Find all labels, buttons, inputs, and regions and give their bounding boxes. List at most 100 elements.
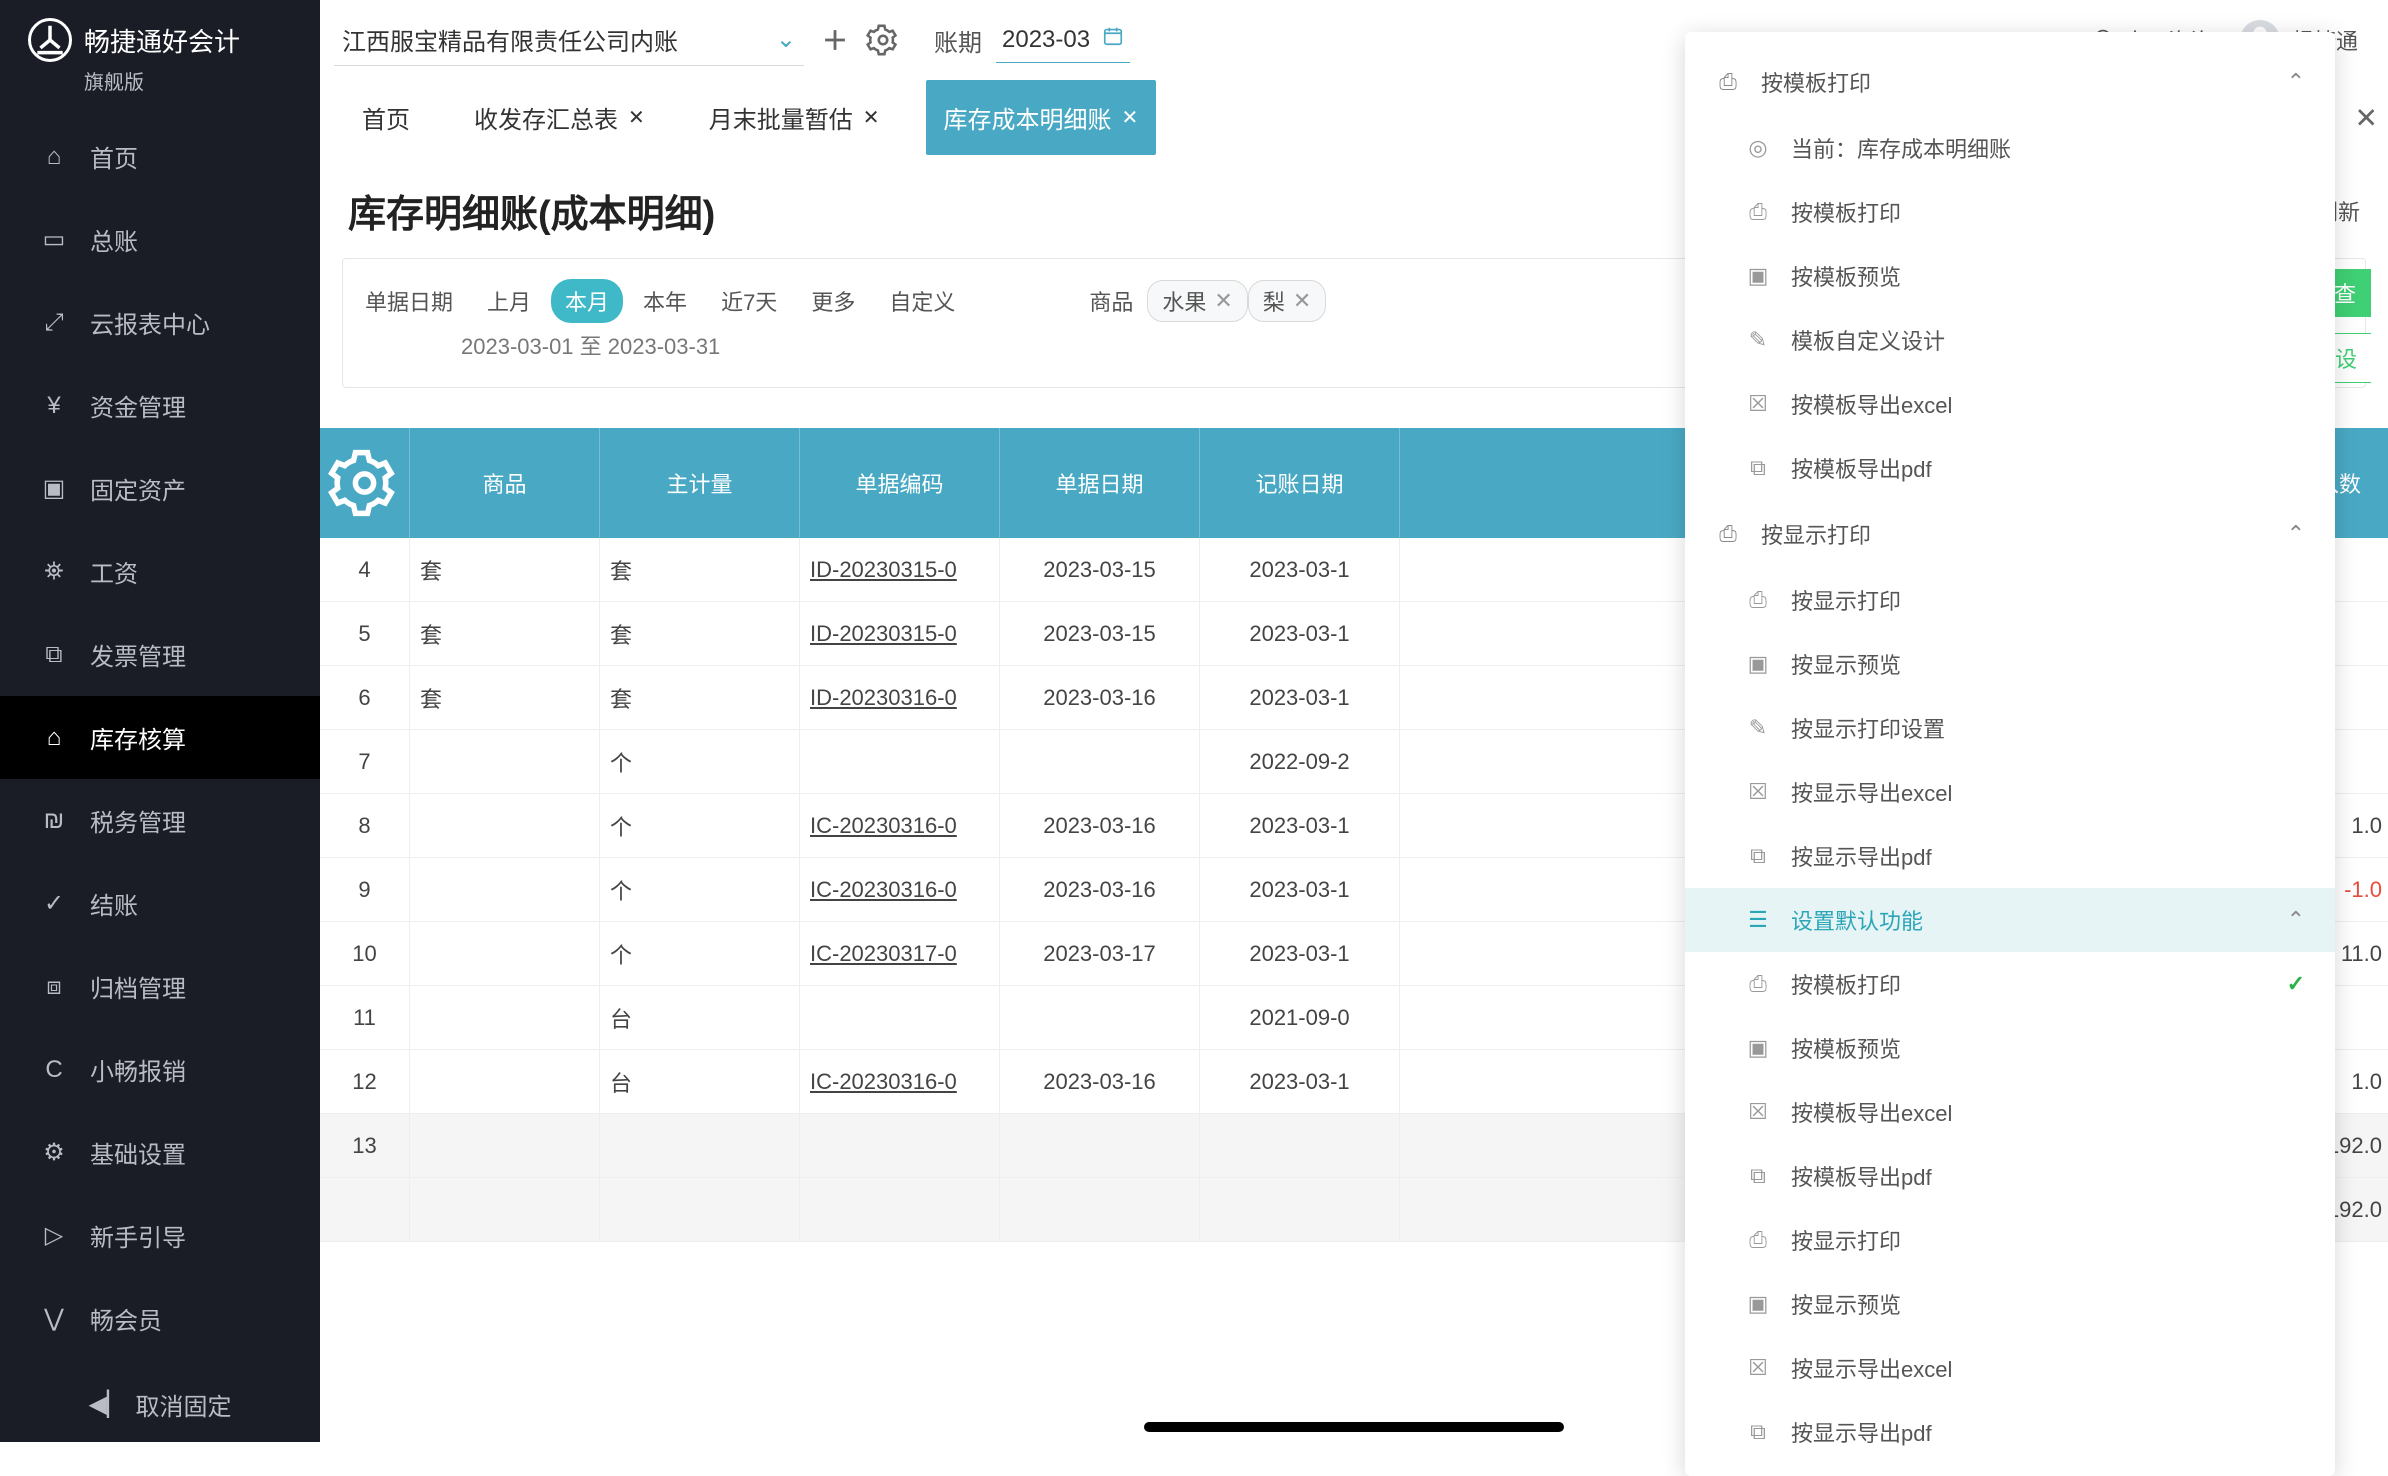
sidebar-item[interactable]: ⛯工资 bbox=[0, 530, 320, 613]
cell-post-date bbox=[1200, 1114, 1400, 1177]
doc-link[interactable]: IC-20230317-0 bbox=[810, 941, 957, 967]
dd-item[interactable]: ✎模板自定义设计 bbox=[1685, 308, 2335, 372]
sidebar-item[interactable]: ₪税务管理 bbox=[0, 779, 320, 862]
cell-product bbox=[410, 794, 600, 857]
tab-close-icon[interactable]: ✕ bbox=[863, 105, 880, 130]
dd-item[interactable]: ⧉按显示导出pdf bbox=[1685, 824, 2335, 888]
cell-post-date: 2022-09-2 bbox=[1200, 730, 1400, 793]
sidebar-item[interactable]: ⧈归档管理 bbox=[0, 945, 320, 1028]
nav-icon: ▣ bbox=[40, 475, 68, 503]
chip-remove-icon[interactable]: ✕ bbox=[1214, 288, 1232, 314]
col-unit[interactable]: 主计量 bbox=[600, 428, 800, 538]
chevron-up-icon: ⌃ bbox=[2287, 69, 2305, 95]
dd-item[interactable]: ⧉按显示导出pdf bbox=[1685, 1400, 2335, 1464]
dd-item[interactable]: ⎙按显示打印 bbox=[1685, 568, 2335, 632]
doc-link[interactable]: ID-20230316-0 bbox=[810, 685, 957, 711]
add-button[interactable] bbox=[818, 23, 852, 57]
range-option[interactable]: 上月 bbox=[473, 279, 545, 323]
column-settings-button[interactable] bbox=[320, 428, 410, 538]
doc-link[interactable]: IC-20230316-0 bbox=[810, 1069, 957, 1095]
dd-item[interactable]: ⎙按模板打印✓ bbox=[1685, 952, 2335, 1016]
cell-post-date: 2023-03-1 bbox=[1200, 602, 1400, 665]
dd-item-label: 按模板预览 bbox=[1791, 260, 1901, 292]
nav-icon: ▷ bbox=[40, 1222, 68, 1250]
dd-item[interactable]: ☒按显示导出excel bbox=[1685, 760, 2335, 824]
dd-item[interactable]: ▣按模板预览 bbox=[1685, 244, 2335, 308]
dd-item[interactable]: ▣按模板预览 bbox=[1685, 1016, 2335, 1080]
tab-close-icon[interactable]: ✕ bbox=[1122, 105, 1139, 130]
cell-unit: 台 bbox=[600, 1050, 800, 1113]
col-doc-date[interactable]: 单据日期 bbox=[1000, 428, 1200, 538]
sidebar-item[interactable]: ⧉发票管理 bbox=[0, 613, 320, 696]
range-option[interactable]: 近7天 bbox=[707, 279, 791, 323]
tab[interactable]: 月末批量暂估✕ bbox=[691, 80, 898, 155]
cell-doc-date: 2023-03-16 bbox=[1000, 1050, 1200, 1113]
cell-post-date: 2023-03-1 bbox=[1200, 794, 1400, 857]
dd-item-label: 按显示打印 bbox=[1791, 1224, 1901, 1256]
sidebar-item[interactable]: ⌂库存核算 bbox=[0, 696, 320, 779]
company-selector[interactable]: 江西服宝精品有限责任公司内账 ⌄ bbox=[334, 14, 804, 66]
range-option[interactable]: 本年 bbox=[629, 279, 701, 323]
sidebar-item[interactable]: C小畅报销 bbox=[0, 1028, 320, 1111]
nav-icon: ▭ bbox=[40, 226, 68, 254]
cell-doc bbox=[800, 1114, 1000, 1177]
dd-item[interactable]: ⎙按模板打印 bbox=[1685, 180, 2335, 244]
dd-item[interactable]: ☒按显示导出excel bbox=[1685, 1336, 2335, 1400]
dd-item[interactable]: ☒按模板导出excel bbox=[1685, 372, 2335, 436]
range-option[interactable]: 本月 bbox=[551, 279, 623, 323]
sidebar-item[interactable]: ⤢云报表中心 bbox=[0, 281, 320, 364]
brand-name: 畅捷通好会计 bbox=[84, 22, 240, 59]
tab[interactable]: 库存成本明细账✕ bbox=[926, 80, 1157, 155]
brand-icon bbox=[28, 18, 72, 62]
dd-item[interactable]: ⎙按显示打印 bbox=[1685, 1208, 2335, 1272]
dd-item[interactable]: ▣按显示预览 bbox=[1685, 632, 2335, 696]
filter-chip[interactable]: 水果✕ bbox=[1147, 280, 1247, 322]
tab[interactable]: 收发存汇总表✕ bbox=[456, 80, 663, 155]
dd-item[interactable]: ⧉按模板导出pdf bbox=[1685, 1144, 2335, 1208]
sidebar-item[interactable]: ✓结账 bbox=[0, 862, 320, 945]
unpin-button[interactable]: ◀▏ 取消固定 bbox=[0, 1367, 320, 1442]
main: 江西服宝精品有限责任公司内账 ⌄ 账期 2023-03 人工咨询 畅捷通 bbox=[320, 0, 2388, 1442]
col-product[interactable]: 商品 bbox=[410, 428, 600, 538]
dd-item[interactable]: ⧉按模板导出pdf bbox=[1685, 436, 2335, 500]
doc-link[interactable]: IC-20230316-0 bbox=[810, 813, 957, 839]
dd-item[interactable]: ▣按显示预览 bbox=[1685, 1272, 2335, 1336]
sidebar-item[interactable]: ▣固定资产 bbox=[0, 447, 320, 530]
design-icon: ✎ bbox=[1745, 715, 1771, 741]
filter-chip[interactable]: 梨✕ bbox=[1248, 280, 1326, 322]
cell-post-date: 2023-03-1 bbox=[1200, 858, 1400, 921]
dd-current: ◎当前：库存成本明细账 bbox=[1685, 116, 2335, 180]
tab[interactable]: 首页 bbox=[344, 80, 428, 155]
dd-item[interactable]: ✎按显示打印设置 bbox=[1685, 696, 2335, 760]
col-doc[interactable]: 单据编码 bbox=[800, 428, 1000, 538]
range-option[interactable]: 更多 bbox=[797, 279, 869, 323]
dd-item-label: 按显示导出excel bbox=[1791, 776, 1952, 808]
sidebar-item-label: 资金管理 bbox=[90, 388, 186, 423]
sidebar-item[interactable]: ¥资金管理 bbox=[0, 364, 320, 447]
dd-group-template[interactable]: ⎙按模板打印⌃ bbox=[1685, 48, 2335, 116]
range-option[interactable]: 自定义 bbox=[875, 279, 969, 323]
sidebar-item[interactable]: ▭总账 bbox=[0, 198, 320, 281]
sidebar-item-label: 发票管理 bbox=[90, 637, 186, 672]
chip-remove-icon[interactable]: ✕ bbox=[1293, 288, 1311, 314]
tab-close-icon[interactable]: ✕ bbox=[628, 105, 645, 130]
sidebar-item[interactable]: ⌂首页 bbox=[0, 115, 320, 198]
doc-link[interactable]: ID-20230315-0 bbox=[810, 557, 957, 583]
sidebar-item[interactable]: ⋁畅会员 bbox=[0, 1277, 320, 1360]
close-tab-button[interactable]: ✕ bbox=[2355, 101, 2378, 134]
col-post-date[interactable]: 记账日期 bbox=[1200, 428, 1400, 538]
settings-button[interactable] bbox=[866, 23, 900, 57]
sidebar-item[interactable]: ▷新手引导 bbox=[0, 1194, 320, 1277]
doc-link[interactable]: ID-20230315-0 bbox=[810, 621, 957, 647]
sidebar-item[interactable]: ⚙基础设置 bbox=[0, 1111, 320, 1194]
period-selector[interactable]: 2023-03 bbox=[996, 17, 1130, 63]
dd-item[interactable]: ☰设置默认功能⌃ bbox=[1685, 888, 2335, 952]
cell-doc: IC-20230316-0 bbox=[800, 858, 1000, 921]
cell-doc-date: 2023-03-16 bbox=[1000, 858, 1200, 921]
dd-item[interactable]: ☒按模板导出excel bbox=[1685, 1080, 2335, 1144]
dd-group-display[interactable]: ⎙按显示打印⌃ bbox=[1685, 500, 2335, 568]
excel-icon: ☒ bbox=[1745, 1355, 1771, 1381]
cell-doc-date: 2023-03-15 bbox=[1000, 538, 1200, 601]
cell-doc-date bbox=[1000, 1114, 1200, 1177]
doc-link[interactable]: IC-20230316-0 bbox=[810, 877, 957, 903]
